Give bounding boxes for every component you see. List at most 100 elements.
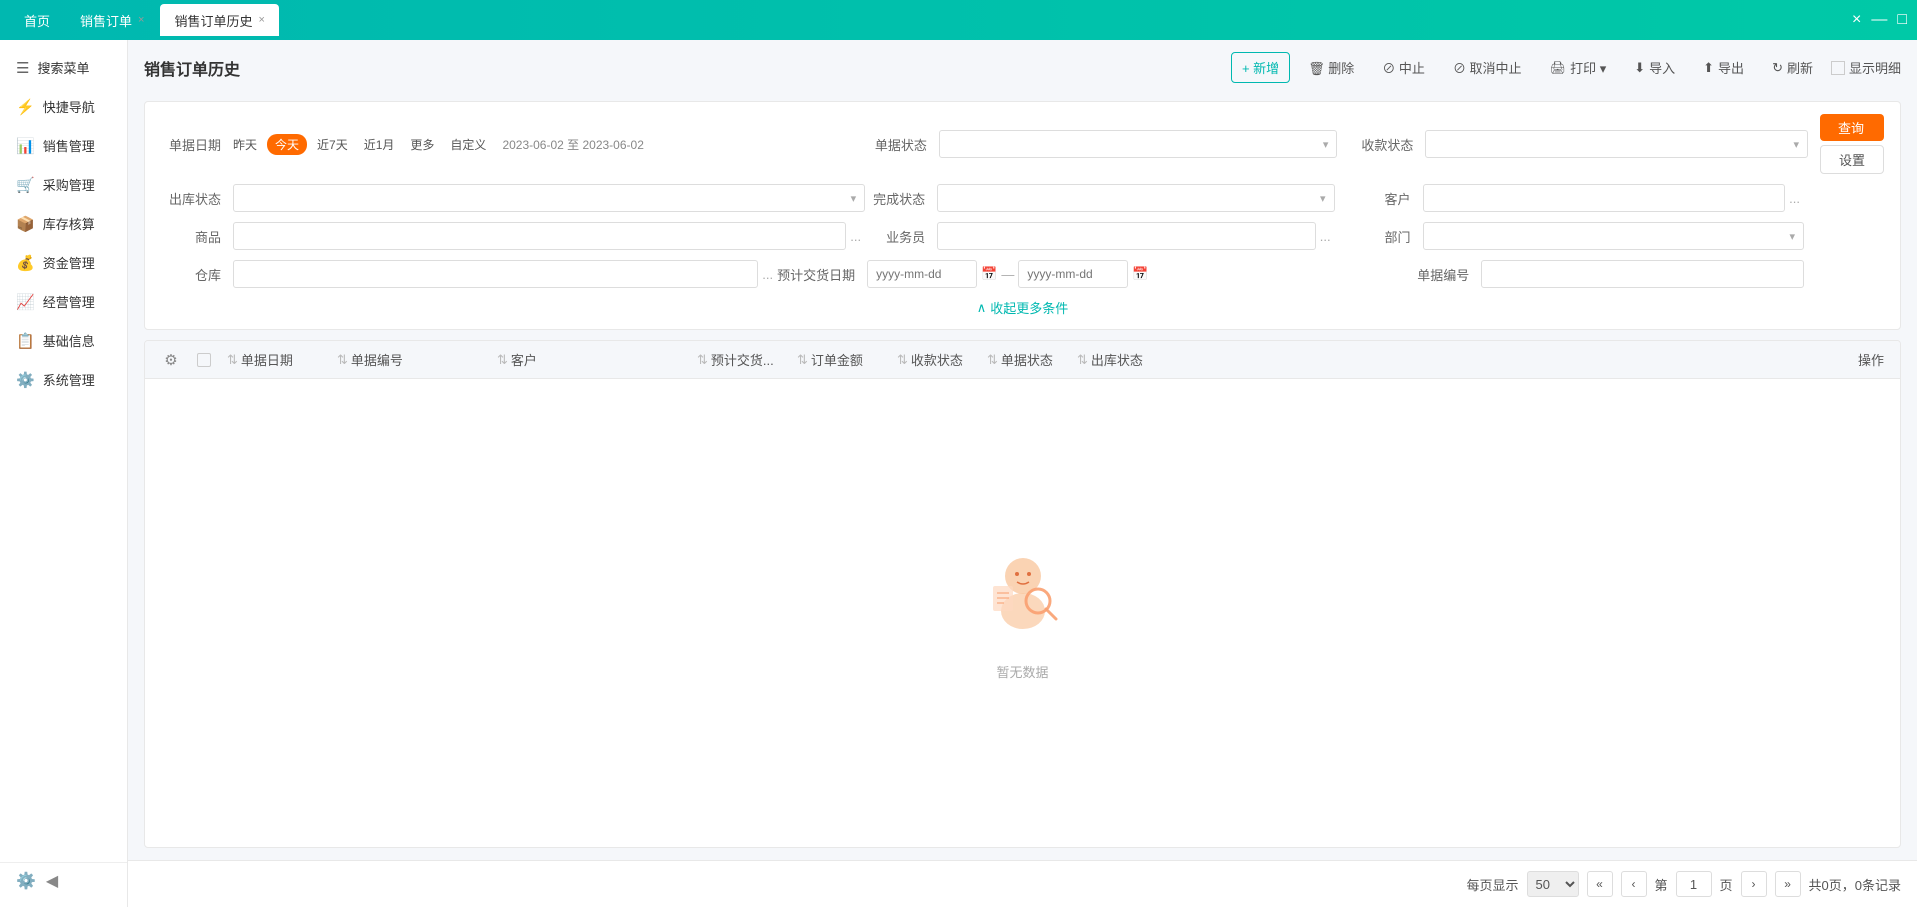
th-action: 操作 [1159,350,1892,369]
sort-icon-date[interactable]: ⇅ [227,352,238,368]
th-number-label: 单据编号 [351,350,403,369]
import-button[interactable]: ⬇ 导入 [1624,53,1685,82]
payment-status-filter: 收款状态 ▾ [1337,130,1808,158]
department-chevron: ▾ [1789,230,1795,243]
sidebar-item-sales[interactable]: 📊 销售管理 [0,126,127,165]
date-btn-today[interactable]: 今天 [267,134,307,155]
goods-dots[interactable]: ... [846,229,865,244]
calendar-from-icon[interactable]: 📅 [981,266,997,282]
maximize-icon[interactable]: □ [1897,11,1907,29]
settings-button[interactable]: 设置 [1820,145,1884,174]
complete-status-select[interactable]: ▾ [937,184,1334,212]
new-button[interactable]: + 新增 [1231,52,1290,83]
sales-icon: 📊 [16,137,35,155]
close-sales-order-icon[interactable]: × [138,14,144,26]
salesperson-dots[interactable]: ... [1316,229,1335,244]
th-settings[interactable]: ⚙ [153,351,189,369]
sort-icon-payment[interactable]: ⇅ [897,352,908,368]
next-page-btn[interactable]: › [1741,871,1767,897]
warehouse-input-wrap: ... [233,260,777,288]
delete-button[interactable]: 🗑 删除 [1298,53,1364,82]
customer-dots[interactable]: ... [1785,191,1804,206]
date-btn-yesterday[interactable]: 昨天 [227,134,263,155]
date-btn-7days[interactable]: 近7天 [311,134,354,155]
page-header: 销售订单历史 + 新增 🗑 删除 ⊘ 中止 ⊘ 取消中止 🖨 🖨 打印 打印 ▾… [144,52,1901,83]
payment-status-chevron: ▾ [1793,138,1799,151]
calendar-to-icon[interactable]: 📅 [1132,266,1148,282]
empty-svg [973,546,1073,646]
page-number-input[interactable] [1676,871,1712,897]
minimize-icon[interactable]: — [1871,11,1887,29]
department-select[interactable]: ▾ [1423,222,1804,250]
date-filter-label: 单据日期 [161,135,221,154]
order-status-select[interactable]: ▾ [939,130,1338,158]
export-icon: ⬆ [1703,60,1714,76]
sidebar-gear-icon[interactable]: ⚙️ [16,871,36,891]
empty-text: 暂无数据 [996,662,1048,681]
close-window-icon[interactable]: × [1852,11,1861,29]
date-btn-custom[interactable]: 自定义 [444,134,492,155]
sort-icon-out[interactable]: ⇅ [1077,352,1088,368]
date-btn-more[interactable]: 更多 [404,134,440,155]
customer-input[interactable] [1423,184,1786,212]
sidebar-item-finance[interactable]: 💰 资金管理 [0,243,127,282]
prev-page-btn[interactable]: ‹ [1621,871,1647,897]
page-label-prefix: 第 [1655,875,1668,894]
th-customer-label: 客户 [511,350,537,369]
query-button[interactable]: 查询 [1820,114,1884,141]
sidebar-item-system[interactable]: ⚙️ 系统管理 [0,360,127,399]
per-page-select[interactable]: 50 10 20 100 [1527,871,1579,897]
tab-home[interactable]: 首页 [10,4,64,36]
date-btn-1month[interactable]: 近1月 [358,134,401,155]
stop-button[interactable]: ⊘ 中止 [1372,53,1435,82]
sort-icon-number[interactable]: ⇅ [337,352,348,368]
cancel-stop-button[interactable]: ⊘ 取消中止 [1443,53,1532,82]
display-detail-label[interactable]: 显示明细 [1831,58,1901,77]
warehouse-input[interactable] [233,260,758,288]
collapse-link[interactable]: ∧ 收起更多条件 [161,298,1884,317]
last-page-btn[interactable]: » [1775,871,1801,897]
order-no-input[interactable] [1481,260,1804,288]
page-title: 销售订单历史 [144,56,240,80]
refresh-button[interactable]: ↻ 刷新 [1762,53,1823,82]
sidebar: ☰ 搜索菜单 ⚡ 快捷导航 📊 销售管理 🛒 采购管理 📦 库存核算 💰 资金管… [0,40,128,907]
filter-row-3: 商品 ... 业务员 ... 部门 [161,222,1884,250]
print-button[interactable]: 🖨 🖨 打印 打印 ▾ [1540,53,1617,82]
delivery-date-to[interactable] [1018,260,1128,288]
warehouse-label: 仓库 [161,265,221,284]
th-out-status: ⇅ 出库状态 [1069,350,1159,369]
close-sales-history-icon[interactable]: × [258,14,264,26]
sidebar-item-search[interactable]: ☰ 搜索菜单 [0,48,127,87]
sidebar-item-operations[interactable]: 📈 经营管理 [0,282,127,321]
topbar: 首页 销售订单 × 销售订单历史 × × — □ [0,0,1917,40]
purchase-icon: 🛒 [16,176,35,194]
display-detail-checkbox[interactable] [1831,61,1845,75]
header-checkbox[interactable] [197,353,211,367]
tab-sales-history[interactable]: 销售订单历史 × [160,4,278,36]
export-button[interactable]: ⬆ 导出 [1693,53,1754,82]
table-settings-icon[interactable]: ⚙ [164,351,177,369]
tab-sales-order[interactable]: 销售订单 × [66,4,158,36]
th-date-label: 单据日期 [241,350,293,369]
sidebar-item-inventory[interactable]: 📦 库存核算 [0,204,127,243]
goods-input[interactable] [233,222,846,250]
sort-icon-amount[interactable]: ⇅ [797,352,808,368]
out-status-select[interactable]: ▾ [233,184,865,212]
th-check[interactable] [189,353,219,367]
sort-icon-delivery[interactable]: ⇅ [697,352,708,368]
order-status-label: 单据状态 [867,135,927,154]
sort-icon-status[interactable]: ⇅ [987,352,998,368]
sidebar-item-basic[interactable]: 📋 基础信息 [0,321,127,360]
first-page-btn[interactable]: « [1587,871,1613,897]
sort-icon-customer[interactable]: ⇅ [497,352,508,368]
delivery-date-filter: 预计交货日期 📅 — 📅 [777,260,1393,288]
warehouse-dots[interactable]: ... [758,267,777,282]
sidebar-item-quicknav[interactable]: ⚡ 快捷导航 [0,87,127,126]
sidebar-collapse-icon[interactable]: ◀ [46,871,58,891]
sidebar-item-purchase[interactable]: 🛒 采购管理 [0,165,127,204]
delivery-date-from[interactable] [867,260,977,288]
sidebar-item-basic-label: 基础信息 [43,331,95,350]
payment-status-select[interactable]: ▾ [1425,130,1808,158]
salesperson-input[interactable] [937,222,1316,250]
delivery-date-inputs: 📅 — 📅 [867,260,1393,288]
